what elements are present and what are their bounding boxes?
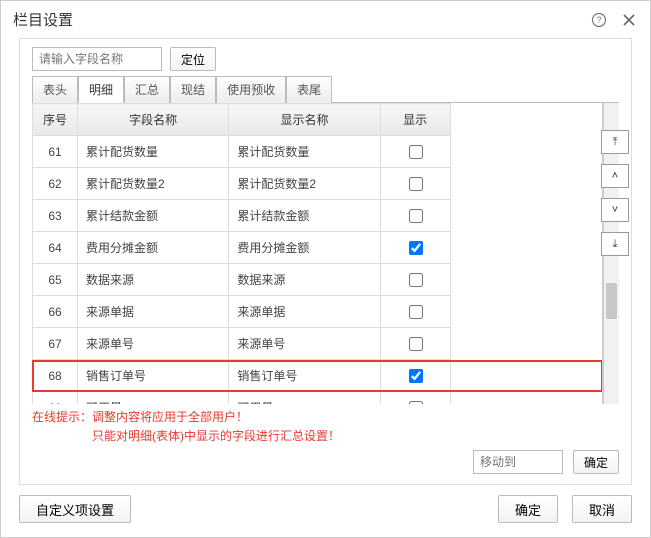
cell-field: 累计配货数量2 [78, 168, 229, 200]
cell-field: 累计结款金额 [78, 200, 229, 232]
table-row[interactable]: 61累计配货数量累计配货数量 [33, 136, 602, 168]
move-top-button[interactable]: ⤒ [601, 130, 629, 154]
move-bottom-button[interactable]: ⤓ [601, 232, 629, 256]
tab-cash[interactable]: 现结 [170, 76, 216, 103]
tip-line1: 在线提示：调整内容将应用于全部用户！ [32, 410, 248, 424]
cell-display: 可用量 [229, 392, 380, 404]
grid: 序号 字段名称 显示名称 显示 61累计配货数量累计配货数量62累计配货数量2累… [32, 103, 603, 404]
col-show-header: 显示 [380, 104, 450, 136]
move-row: 确定 [32, 450, 619, 474]
show-checkbox[interactable] [409, 241, 423, 255]
column-settings-dialog: 栏目设置 ? 定位 表头明细汇总现结使用预收表尾 序号 字段名称 [0, 0, 651, 538]
cell-display: 费用分摊金额 [229, 232, 380, 264]
table-row[interactable]: 69可用量可用量 [33, 392, 602, 404]
help-icon[interactable]: ? [590, 11, 608, 29]
tab-detail[interactable]: 明细 [78, 76, 124, 103]
cell-show [380, 296, 450, 328]
cell-show [380, 328, 450, 360]
move-down-button[interactable]: ˅ [601, 198, 629, 222]
tabs: 表头明细汇总现结使用预收表尾 [32, 75, 619, 103]
cell-show [380, 232, 450, 264]
dialog-title: 栏目设置 [13, 9, 73, 30]
show-checkbox[interactable] [409, 305, 423, 319]
cell-field: 来源单号 [78, 328, 229, 360]
show-checkbox[interactable] [409, 273, 423, 287]
cell-seq: 67 [33, 328, 78, 360]
cell-field: 数据来源 [78, 264, 229, 296]
cell-seq: 68 [33, 360, 78, 392]
cell-field: 累计配货数量 [78, 136, 229, 168]
table-row[interactable]: 63累计结款金额累计结款金额 [33, 200, 602, 232]
cell-show [380, 200, 450, 232]
col-display-header: 显示名称 [229, 104, 380, 136]
cancel-button[interactable]: 取消 [572, 495, 632, 523]
cell-seq: 61 [33, 136, 78, 168]
tab-tail[interactable]: 表尾 [286, 76, 332, 103]
custom-fields-button[interactable]: 自定义项设置 [19, 495, 131, 523]
svg-text:?: ? [596, 15, 601, 25]
cell-display: 数据来源 [229, 264, 380, 296]
cell-field: 费用分摊金额 [78, 232, 229, 264]
grid-wrap: 序号 字段名称 显示名称 显示 61累计配货数量累计配货数量62累计配货数量2累… [32, 103, 619, 404]
dialog-footer: 自定义项设置 确定 取消 [1, 485, 650, 537]
cell-field: 来源单据 [78, 296, 229, 328]
tip-line2: 只能对明细(表体)中显示的字段进行汇总设置！ [32, 427, 619, 446]
move-ok-button[interactable]: 确定 [573, 450, 619, 474]
field-search-input[interactable] [32, 47, 162, 71]
cell-display: 累计结款金额 [229, 200, 380, 232]
ok-button[interactable]: 确定 [498, 495, 558, 523]
reorder-arrows: ⤒ ˄ ˅ ⤓ [601, 130, 629, 256]
cell-show [380, 168, 450, 200]
cell-display: 销售订单号 [229, 360, 380, 392]
tab-head[interactable]: 表头 [32, 76, 78, 103]
titlebar: 栏目设置 ? [1, 1, 650, 38]
cell-display: 累计配货数量 [229, 136, 380, 168]
col-field-header: 字段名称 [78, 104, 229, 136]
cell-show [380, 392, 450, 404]
cell-seq: 66 [33, 296, 78, 328]
scrollbar-thumb[interactable] [606, 283, 617, 319]
tips: 在线提示：调整内容将应用于全部用户！ 只能对明细(表体)中显示的字段进行汇总设置… [32, 408, 619, 446]
table-row[interactable]: 65数据来源数据来源 [33, 264, 602, 296]
tab-sum[interactable]: 汇总 [124, 76, 170, 103]
move-up-button[interactable]: ˄ [601, 164, 629, 188]
search-row: 定位 [32, 47, 619, 71]
close-icon[interactable] [620, 11, 638, 29]
table-row[interactable]: 66来源单据来源单据 [33, 296, 602, 328]
fields-table: 序号 字段名称 显示名称 显示 61累计配货数量累计配货数量62累计配货数量2累… [32, 103, 602, 404]
cell-field: 销售订单号 [78, 360, 229, 392]
cell-show [380, 264, 450, 296]
col-seq-header: 序号 [33, 104, 78, 136]
cell-field: 可用量 [78, 392, 229, 404]
cell-seq: 65 [33, 264, 78, 296]
show-checkbox[interactable] [409, 369, 423, 383]
cell-display: 累计配货数量2 [229, 168, 380, 200]
cell-display: 来源单据 [229, 296, 380, 328]
cell-show [380, 136, 450, 168]
show-checkbox[interactable] [409, 209, 423, 223]
table-row[interactable]: 62累计配货数量2累计配货数量2 [33, 168, 602, 200]
cell-seq: 62 [33, 168, 78, 200]
show-checkbox[interactable] [409, 145, 423, 159]
table-row[interactable]: 64费用分摊金额费用分摊金额 [33, 232, 602, 264]
show-checkbox[interactable] [409, 337, 423, 351]
table-row[interactable]: 67来源单号来源单号 [33, 328, 602, 360]
dialog-body: 定位 表头明细汇总现结使用预收表尾 序号 字段名称 显示名称 显示 61累计配货… [19, 38, 632, 485]
show-checkbox[interactable] [409, 177, 423, 191]
cell-show [380, 360, 450, 392]
show-checkbox[interactable] [409, 401, 423, 404]
move-to-input[interactable] [473, 450, 563, 474]
locate-button[interactable]: 定位 [170, 47, 216, 71]
cell-display: 来源单号 [229, 328, 380, 360]
cell-seq: 69 [33, 392, 78, 404]
tab-pre[interactable]: 使用预收 [216, 76, 286, 103]
cell-seq: 63 [33, 200, 78, 232]
cell-seq: 64 [33, 232, 78, 264]
table-row[interactable]: 68销售订单号销售订单号 [33, 360, 602, 392]
